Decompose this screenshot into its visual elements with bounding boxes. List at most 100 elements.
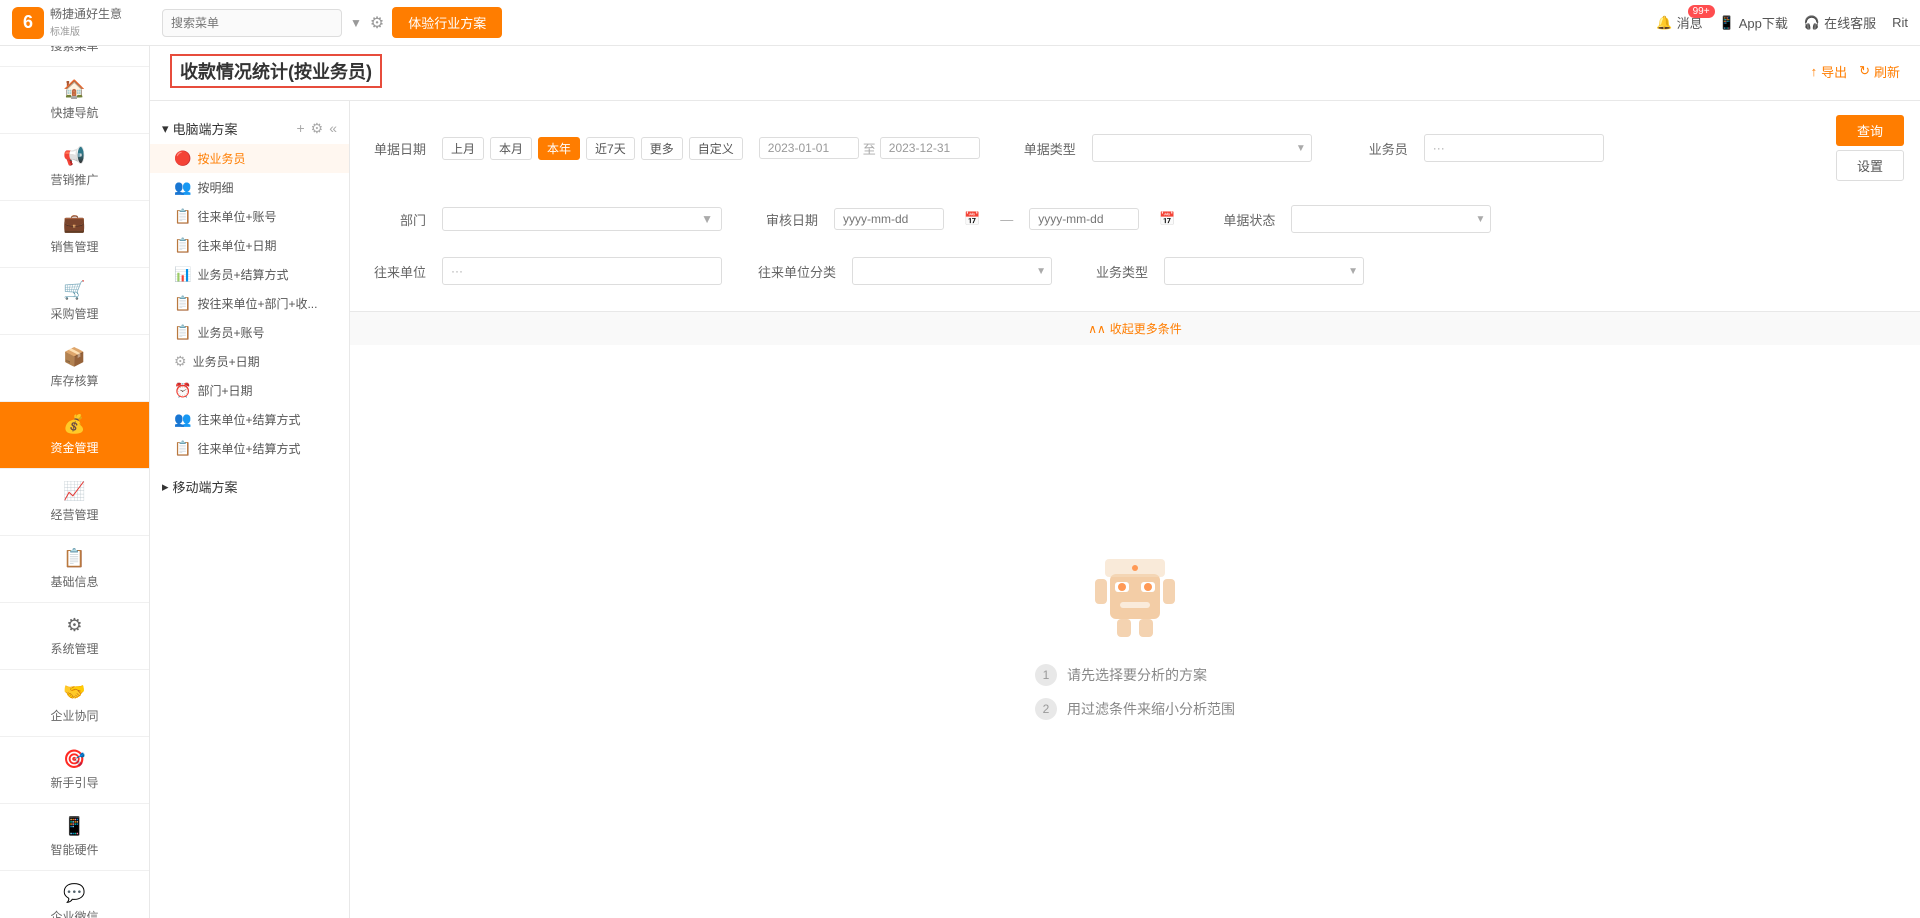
partner-cat-wrapper: ▼ xyxy=(852,257,1052,285)
phone-icon: 📱 xyxy=(1719,15,1735,31)
salesman-date-icon: ⚙ xyxy=(174,353,187,370)
bell-icon: 🔔 xyxy=(1656,15,1672,31)
date-btn-last-month[interactable]: 上月 xyxy=(442,137,484,160)
system-icon: ⚙ xyxy=(66,615,82,636)
date-btn-this-month[interactable]: 本月 xyxy=(490,137,532,160)
export-icon: ↑ xyxy=(1811,64,1818,79)
hardware-icon: 📱 xyxy=(63,816,85,837)
collapse-bar[interactable]: ∧∧ 收起更多条件 xyxy=(350,311,1920,345)
sidebar-item-hardware[interactable]: 📱 智能硬件 xyxy=(0,804,149,871)
empty-steps: 1 请先选择要分析的方案 2 用过滤条件来缩小分析范围 xyxy=(1035,664,1235,720)
app-name: 畅捷通好生意 标准版 xyxy=(50,7,122,38)
search-input[interactable] xyxy=(162,9,342,37)
plan-item-salesman-date[interactable]: ⚙ 业务员+日期 xyxy=(150,347,349,376)
plan-item-partner-dept-receipts[interactable]: 📋 按往来单位+部门+收... xyxy=(150,289,349,318)
plan-item-partner-date[interactable]: 📋 往来单位+日期 xyxy=(150,231,349,260)
doc-status-wrapper: ▼ xyxy=(1291,205,1491,233)
headset-icon: 🎧 xyxy=(1804,15,1820,31)
sidebar-item-operation[interactable]: 📈 经营管理 xyxy=(0,469,149,536)
plan-section-header[interactable]: ▾ 电脑端方案 + ⚙ « xyxy=(150,113,349,144)
right-main: 首页 现金银行流水查询 ✕ 收款情况统计 ✕ ✕ ⛶ xyxy=(150,0,1920,918)
plan-item-by-salesman[interactable]: 🔴 按业务员 xyxy=(150,144,349,173)
active-plan-icon: 🔴 xyxy=(174,150,191,167)
sidebar-item-basic[interactable]: 📋 基础信息 xyxy=(0,536,149,603)
review-date-start-input[interactable] xyxy=(834,208,944,230)
sidebar-item-wechat[interactable]: 💬 企业微信 xyxy=(0,871,149,918)
doc-type-label: 单据类型 xyxy=(1016,139,1076,158)
page-content: 收款情况统计(按业务员) ↑ 导出 ↻ 刷新 xyxy=(150,42,1920,918)
settings-button[interactable]: 设置 xyxy=(1836,150,1904,181)
plan-item-salesman-account[interactable]: 📋 业务员+账号 xyxy=(150,318,349,347)
sidebar-item-shortcut[interactable]: 🏠 快捷导航 xyxy=(0,67,149,134)
collapse-icon: ∧∧ xyxy=(1088,322,1106,336)
plan-item-salesman-settlement[interactable]: 📊 业务员+结算方式 xyxy=(150,260,349,289)
messages-button[interactable]: 🔔 消息 99+ xyxy=(1656,13,1702,32)
refresh-icon: ↻ xyxy=(1859,63,1870,79)
date-end-input[interactable] xyxy=(880,137,980,159)
date-btn-7days[interactable]: 近7天 xyxy=(586,137,635,160)
sidebar-item-inventory[interactable]: 📦 库存核算 xyxy=(0,335,149,402)
app-logo: 6 xyxy=(12,7,44,39)
sidebar-item-finance[interactable]: 💰 资金管理 xyxy=(0,402,149,469)
biz-type-select[interactable] xyxy=(1164,257,1364,285)
logo-area: 6 畅捷通好生意 标准版 xyxy=(12,7,162,39)
online-service-button[interactable]: 🎧 在线客服 xyxy=(1804,13,1876,32)
inventory-icon: 📦 xyxy=(63,347,85,368)
settings-icon[interactable]: ⚙ xyxy=(370,13,384,33)
plan-item-partner-account[interactable]: 📋 往来单位+账号 xyxy=(150,202,349,231)
plan-item-by-detail[interactable]: 👥 按明细 xyxy=(150,173,349,202)
page-title: 收款情况统计(按业务员) xyxy=(170,54,382,88)
export-button[interactable]: ↑ 导出 xyxy=(1811,62,1848,81)
biz-type-wrapper: ▼ xyxy=(1164,257,1364,285)
detail-plan-icon: 👥 xyxy=(174,179,191,196)
add-plan-button[interactable]: + xyxy=(296,120,304,137)
chevron-down-icon: ▾ xyxy=(162,121,169,137)
plan-settings-button[interactable]: ⚙ xyxy=(311,120,324,137)
sidebar-item-purchase[interactable]: 🛒 采购管理 xyxy=(0,268,149,335)
dept-select[interactable]: ▼ xyxy=(442,207,722,231)
guide-icon: 🎯 xyxy=(63,749,85,770)
plan-item-partner-settlement1[interactable]: 👥 往来单位+结算方式 xyxy=(150,405,349,434)
refresh-button[interactable]: ↻ 刷新 xyxy=(1859,62,1900,81)
partner-select[interactable]: ··· xyxy=(442,257,722,285)
date-btn-more[interactable]: 更多 xyxy=(641,137,683,160)
home-icon: 🏠 xyxy=(63,79,85,100)
salesman-wrapper: ··· xyxy=(1424,134,1604,162)
plan-item-dept-date[interactable]: ⏰ 部门+日期 xyxy=(150,376,349,405)
message-badge: 99+ xyxy=(1688,5,1715,18)
doc-type-select[interactable] xyxy=(1092,134,1312,162)
step-2-number: 2 xyxy=(1035,698,1057,720)
app-download-button[interactable]: 📱 App下载 xyxy=(1719,13,1788,32)
doc-status-select[interactable] xyxy=(1291,205,1491,233)
nav-dropdown-arrow[interactable]: ▼ xyxy=(350,16,362,30)
sidebar-item-marketing[interactable]: 📢 营销推广 xyxy=(0,134,149,201)
partner-cat-label: 往来单位分类 xyxy=(758,262,836,281)
partner-cat-select[interactable] xyxy=(852,257,1052,285)
plan-collapse-button[interactable]: « xyxy=(329,120,337,137)
date-btn-custom[interactable]: 自定义 xyxy=(689,137,743,160)
review-date-end-input[interactable] xyxy=(1029,208,1139,230)
salesman-select[interactable]: ··· xyxy=(1424,134,1604,162)
mobile-plan-section-header[interactable]: ▸ 移动端方案 xyxy=(150,471,349,502)
partner-dots: ··· xyxy=(451,264,463,278)
sidebar-item-cooperation[interactable]: 🤝 企业协同 xyxy=(0,670,149,737)
query-section: 单据日期 上月 本月 本年 近7天 更多 自定义 xyxy=(350,101,1920,345)
sidebar-item-system[interactable]: ⚙ 系统管理 xyxy=(0,603,149,670)
date-start-input[interactable] xyxy=(759,137,859,159)
review-date-label: 审核日期 xyxy=(758,210,818,229)
sales-icon: 💼 xyxy=(63,213,85,234)
header-nav: ▼ ⚙ 体验行业方案 xyxy=(162,7,1656,38)
date-btn-this-year[interactable]: 本年 xyxy=(538,137,580,160)
biz-type-label: 业务类型 xyxy=(1088,262,1148,281)
purchase-icon: 🛒 xyxy=(63,280,85,301)
sidebar-item-sales[interactable]: 💼 销售管理 xyxy=(0,201,149,268)
sidebar-item-guide[interactable]: 🎯 新手引导 xyxy=(0,737,149,804)
page-actions: ↑ 导出 ↻ 刷新 xyxy=(1811,62,1900,81)
plan-item-partner-settlement2[interactable]: 📋 往来单位+结算方式 xyxy=(150,434,349,463)
doc-type-wrapper: ▼ xyxy=(1092,134,1312,162)
finance-icon: 💰 xyxy=(63,414,85,435)
wechat-icon: 💬 xyxy=(63,883,85,904)
user-profile[interactable]: Rit xyxy=(1892,15,1908,30)
query-button[interactable]: 查询 xyxy=(1836,115,1904,146)
trial-button[interactable]: 体验行业方案 xyxy=(392,7,502,38)
